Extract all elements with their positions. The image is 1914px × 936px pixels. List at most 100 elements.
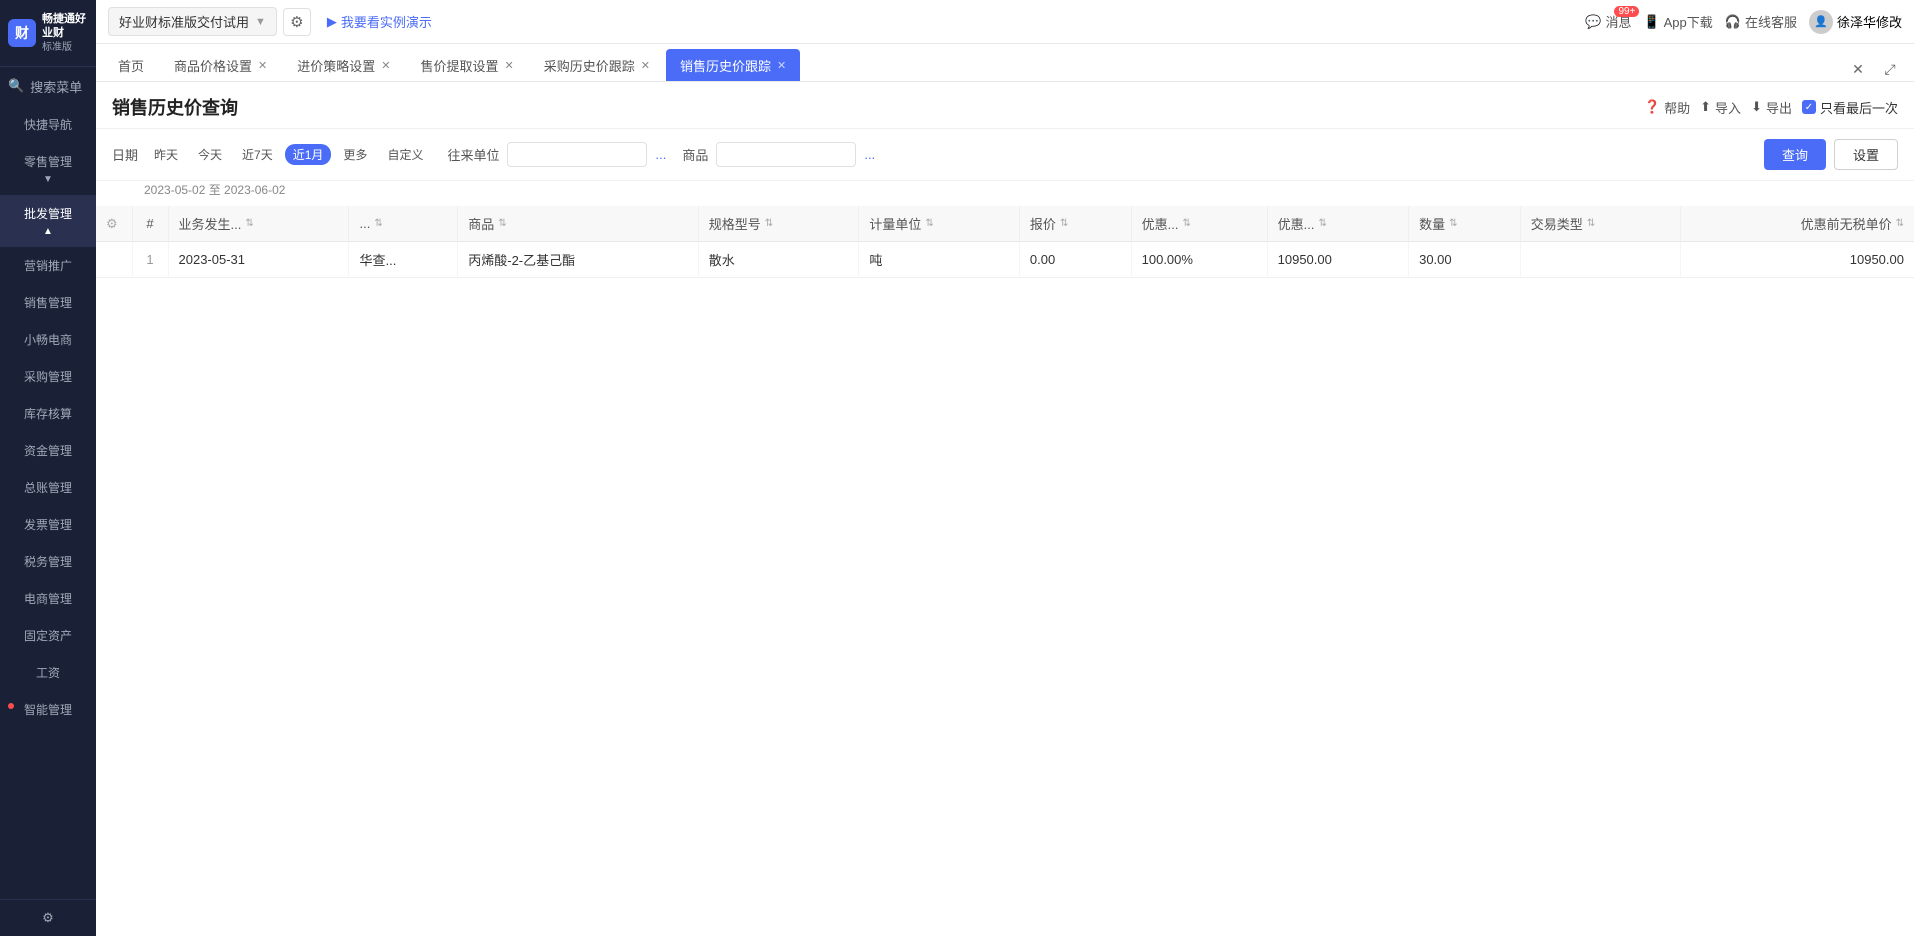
col-gear: ⚙ (96, 206, 132, 242)
sidebar-item-finance[interactable]: 资金管理 (0, 432, 96, 469)
topbar: 好业财标准版交付试用 ▼ ⚙ ▶ 我要看实例演示 💬 消息 99+ 📱 App下… (96, 0, 1914, 44)
partner-input[interactable] (507, 142, 647, 167)
import-icon: ⬆ (1700, 99, 1711, 115)
partner-ellipsis-btn[interactable]: ... (655, 147, 666, 162)
sort-icon: ⇅ (1449, 218, 1457, 229)
sort-icon: ⇅ (374, 218, 382, 229)
sidebar-item-sales[interactable]: 销售管理 (0, 284, 96, 321)
import-btn[interactable]: ⬆ 导入 (1700, 98, 1741, 117)
tab-purchase-strategy[interactable]: 进价策略设置 ✕ (283, 49, 404, 81)
close-window-btn[interactable]: ✕ (1846, 57, 1870, 81)
row-price-cell: 0.00 (1019, 242, 1131, 278)
sidebar-item-inventory[interactable]: 库存核算 (0, 395, 96, 432)
close-icon[interactable]: ✕ (505, 59, 514, 72)
row-unit-cell: 吨 (859, 242, 1020, 278)
sidebar-item-retail[interactable]: 零售管理 ▼ (0, 143, 96, 195)
col-quantity[interactable]: 数量 ⇅ (1409, 206, 1521, 242)
sidebar-item-purchase[interactable]: 采购管理 (0, 358, 96, 395)
col-pretax-price[interactable]: 优惠前无税单价 ⇅ (1681, 206, 1914, 242)
date-btn-custom[interactable]: 自定义 (379, 144, 431, 165)
row-num-cell: 1 (132, 242, 168, 278)
sidebar-item-invoice[interactable]: 发票管理 (0, 506, 96, 543)
page-actions: ❓ 帮助 ⬆ 导入 ⬇ 导出 ✓ 只看最后一次 (1644, 98, 1898, 117)
col-unit[interactable]: 计量单位 ⇅ (859, 206, 1020, 242)
row-goods-cell: 丙烯酸-2-乙基己酯 (458, 242, 699, 278)
sidebar-settings-btn[interactable]: ⚙ (0, 899, 96, 936)
sort-icon: ⇅ (765, 218, 773, 229)
date-btn-7days[interactable]: 近7天 (234, 144, 281, 165)
message-btn[interactable]: 💬 消息 99+ (1585, 12, 1631, 31)
online-service-btn[interactable]: 🎧 在线客服 (1725, 12, 1797, 31)
col-biz-date[interactable]: 业务发生... ⇅ (168, 206, 349, 242)
chevron-down-icon: ▼ (255, 16, 266, 28)
table-gear-icon[interactable]: ⚙ (106, 216, 118, 232)
sidebar-item-ecommerce[interactable]: 电商管理 (0, 580, 96, 617)
col-price[interactable]: 报价 ⇅ (1019, 206, 1131, 242)
settings-btn[interactable]: 设置 (1834, 139, 1898, 170)
page-content: 销售历史价查询 ❓ 帮助 ⬆ 导入 ⬇ 导出 ✓ 只看最后一次 (96, 82, 1914, 936)
module-selector[interactable]: 好业财标准版交付试用 ▼ (108, 7, 277, 36)
date-btn-yesterday[interactable]: 昨天 (146, 144, 186, 165)
user-info[interactable]: 👤 徐泽华修改 (1809, 10, 1902, 34)
page-header: 销售历史价查询 ❓ 帮助 ⬆ 导入 ⬇ 导出 ✓ 只看最后一次 (96, 82, 1914, 129)
row-discount2-cell: 10950.00 (1267, 242, 1408, 278)
date-btn-1month[interactable]: 近1月 (285, 144, 332, 165)
sidebar-item-quick-nav[interactable]: 快捷导航 (0, 106, 96, 143)
tab-goods-price[interactable]: 商品价格设置 ✕ (160, 49, 281, 81)
window-controls: ✕ ⤢ (1846, 57, 1906, 81)
date-btn-more[interactable]: 更多 (335, 144, 375, 165)
app-download-btn[interactable]: 📱 App下载 (1643, 12, 1712, 31)
goods-input[interactable] (716, 142, 856, 167)
sidebar-item-marketing[interactable]: 营销推广 (0, 247, 96, 284)
avatar: 👤 (1809, 10, 1833, 34)
col-extra[interactable]: ... ⇅ (349, 206, 458, 242)
checkbox-icon: ✓ (1802, 100, 1816, 114)
search-menu-btn[interactable]: 🔍 搜索菜单 (0, 67, 96, 106)
sort-icon: ⇅ (245, 218, 253, 229)
close-icon[interactable]: ✕ (381, 59, 390, 72)
sidebar-item-assets[interactable]: 固定资产 (0, 617, 96, 654)
close-icon[interactable]: ✕ (258, 59, 267, 72)
col-txn-type[interactable]: 交易类型 ⇅ (1520, 206, 1681, 242)
tab-purchase-history[interactable]: 采购历史价跟踪 ✕ (530, 49, 664, 81)
date-btn-today[interactable]: 今天 (190, 144, 230, 165)
goods-filter-group: 商品 ... (682, 142, 875, 167)
tab-sale-price-extract[interactable]: 售价提取设置 ✕ (406, 49, 527, 81)
maximize-window-btn[interactable]: ⤢ (1878, 57, 1902, 81)
sidebar-item-smart[interactable]: 智能管理 (0, 691, 96, 728)
logo-icon: 财 (8, 19, 36, 47)
demo-btn[interactable]: ▶ 我要看实例演示 (327, 12, 432, 31)
help-btn[interactable]: ❓ 帮助 (1644, 98, 1690, 117)
only-last-checkbox[interactable]: ✓ 只看最后一次 (1802, 98, 1898, 117)
sidebar-item-payroll[interactable]: 工资 (0, 654, 96, 691)
close-icon[interactable]: ✕ (777, 59, 786, 72)
col-discount1[interactable]: 优惠... ⇅ (1131, 206, 1267, 242)
goods-ellipsis-btn[interactable]: ... (864, 147, 875, 162)
close-icon[interactable]: ✕ (641, 59, 650, 72)
sidebar-item-ledger[interactable]: 总账管理 (0, 469, 96, 506)
export-btn[interactable]: ⬇ 导出 (1751, 98, 1792, 117)
tab-home[interactable]: 首页 (104, 49, 158, 81)
date-quick-btns: 昨天 今天 近7天 近1月 更多 自定义 (146, 144, 431, 165)
sidebar-item-ecommerce-small[interactable]: 小畅电商 (0, 321, 96, 358)
col-spec[interactable]: 规格型号 ⇅ (698, 206, 859, 242)
message-icon: 💬 (1585, 14, 1601, 30)
query-btn[interactable]: 查询 (1764, 139, 1826, 170)
col-goods[interactable]: 商品 ⇅ (458, 206, 699, 242)
topbar-right: 💬 消息 99+ 📱 App下载 🎧 在线客服 👤 徐泽华修改 (1585, 10, 1902, 34)
partner-filter-label: 往来单位 (447, 145, 499, 164)
row-quantity-cell: 30.00 (1409, 242, 1521, 278)
search-icon: 🔍 (8, 78, 24, 94)
message-badge: 99+ (1614, 6, 1639, 17)
tab-sales-history[interactable]: 销售历史价跟踪 ✕ (666, 49, 800, 81)
app-name: 畅捷通好业财 标准版 (42, 12, 88, 54)
module-settings-btn[interactable]: ⚙ (283, 8, 311, 36)
sidebar-item-tax[interactable]: 税务管理 (0, 543, 96, 580)
table-container: ⚙ # 业务发生... ⇅ ... (96, 206, 1914, 936)
tabs-bar: 首页 商品价格设置 ✕ 进价策略设置 ✕ 售价提取设置 ✕ 采购历史价跟踪 ✕ … (96, 44, 1914, 82)
sidebar-item-wholesale[interactable]: 批发管理 ▲ (0, 195, 96, 247)
col-discount2[interactable]: 优惠... ⇅ (1267, 206, 1408, 242)
table-row: 1 2023-05-31 华查... 丙烯酸-2-乙基己酯 散水 吨 0.00 … (96, 242, 1914, 278)
row-pretax-price-cell: 10950.00 (1681, 242, 1914, 278)
sort-icon: ⇅ (1587, 218, 1595, 229)
